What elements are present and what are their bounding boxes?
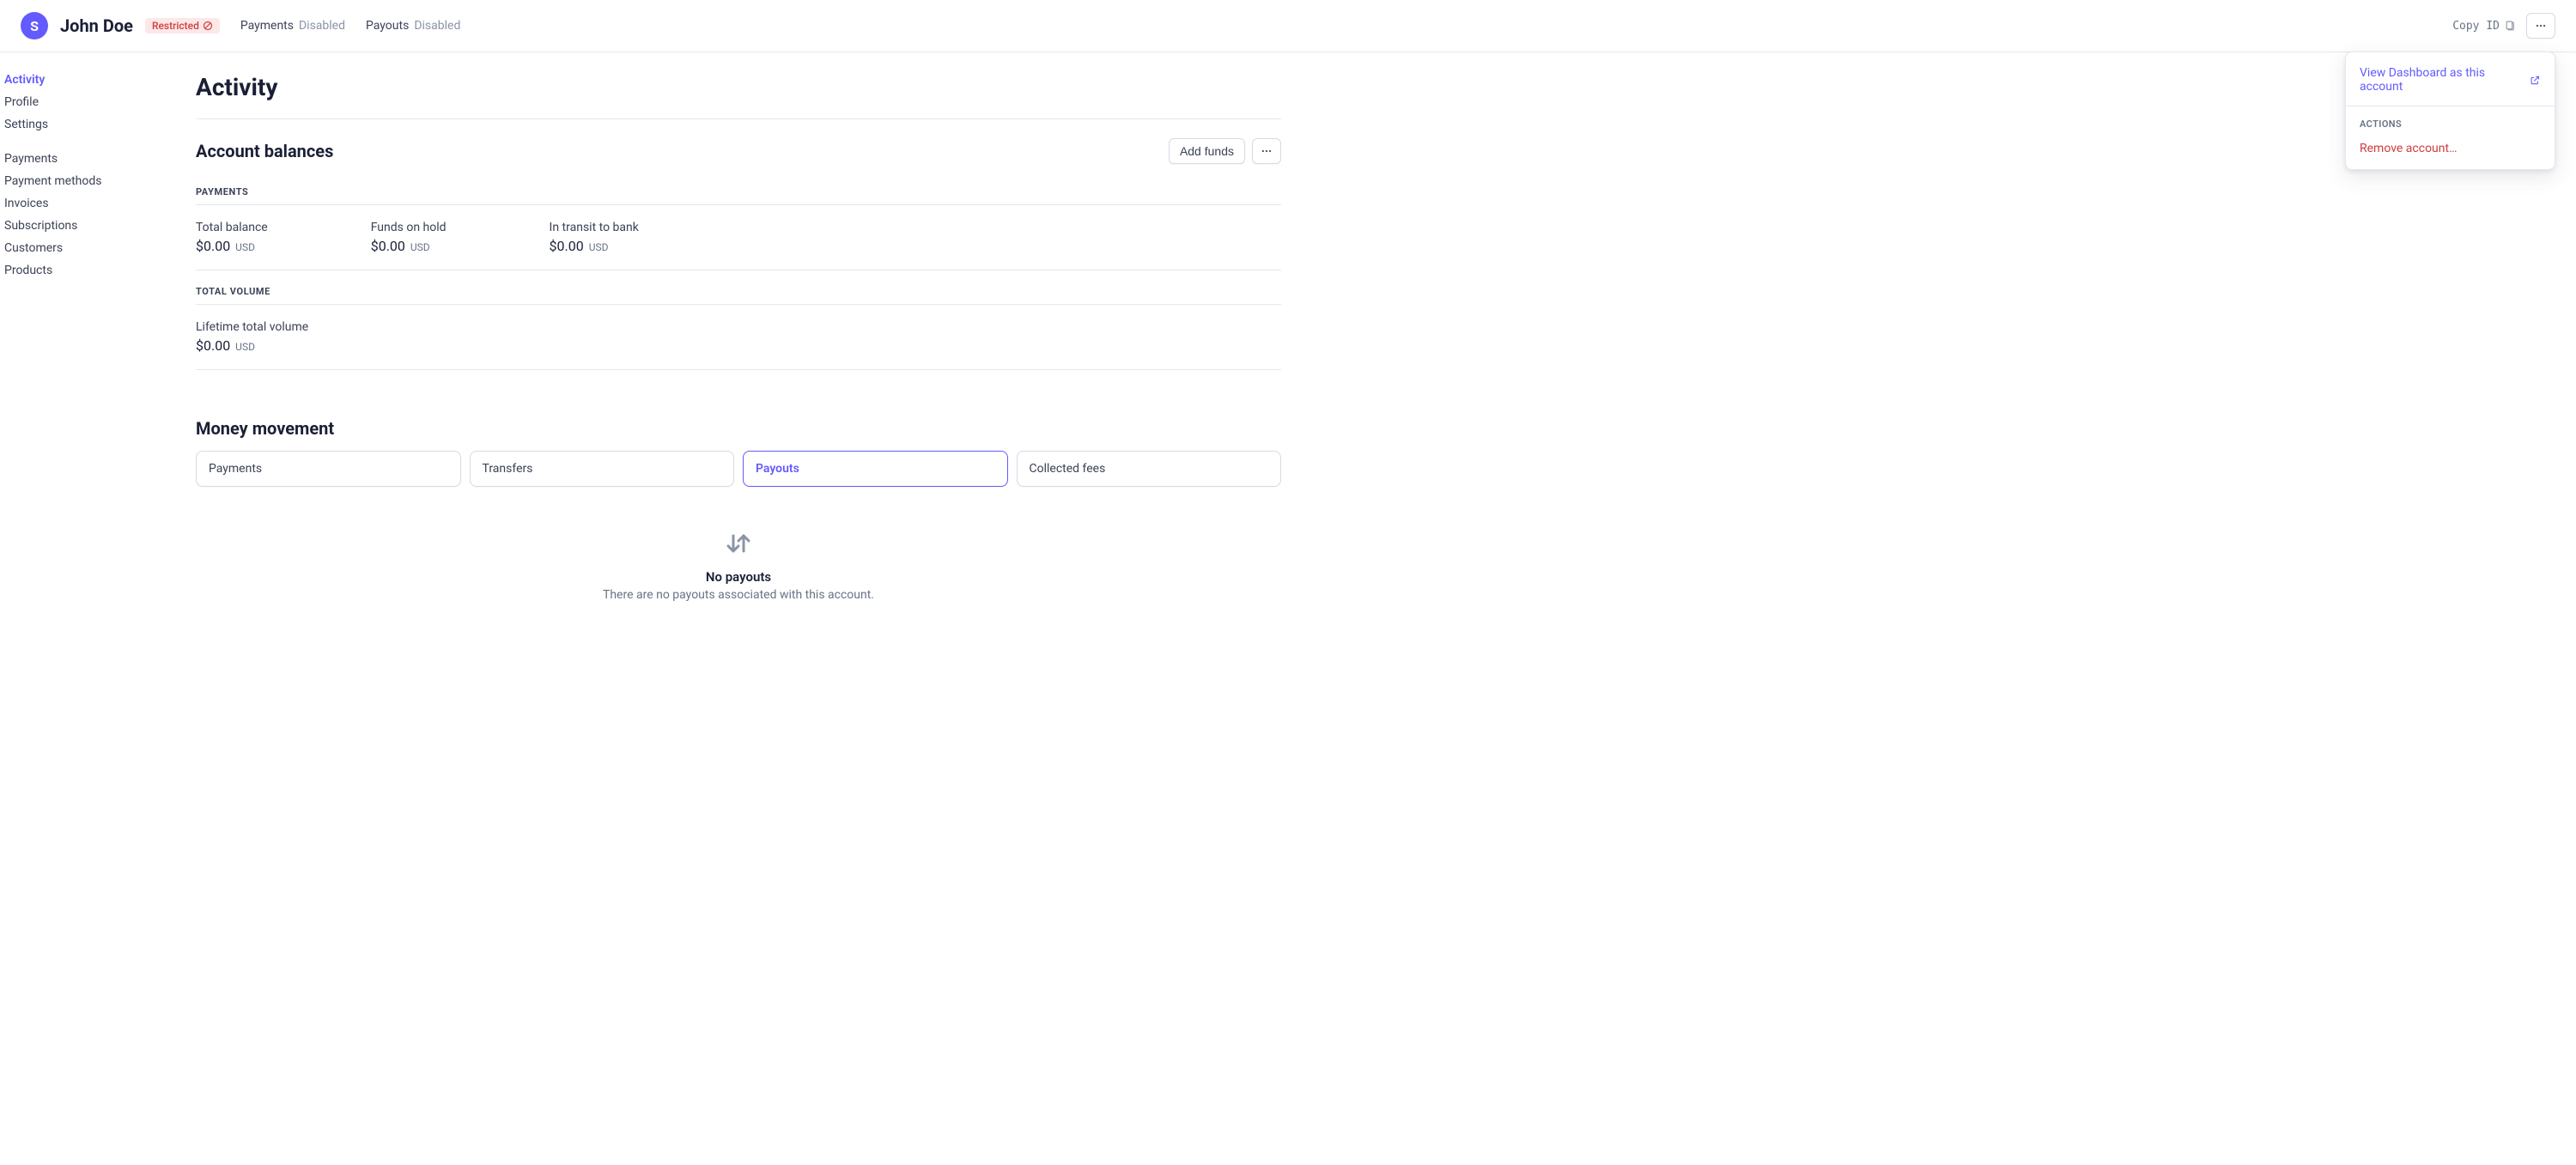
lifetime-volume-currency: USD: [235, 341, 255, 353]
remove-account-label: Remove account…: [2360, 142, 2457, 155]
page-title: Activity: [196, 73, 1281, 101]
restricted-badge-label: Restricted: [152, 20, 199, 32]
lifetime-volume-amount: $0.00 USD: [196, 337, 308, 354]
total-balance-amount: $0.00 USD: [196, 238, 268, 254]
main-content: Activity Account balances Add funds PAYM…: [172, 52, 1305, 643]
more-actions-button[interactable]: [2526, 13, 2555, 39]
in-transit-label: In transit to bank: [550, 221, 639, 234]
in-transit-value: $0.00: [550, 238, 584, 254]
in-transit: In transit to bank $0.00 USD: [550, 221, 639, 254]
money-movement-tabs: Payments Transfers Payouts Collected fee…: [196, 451, 1281, 487]
total-volume-sub-header: TOTAL VOLUME: [196, 270, 1281, 304]
sidebar: Activity Profile Settings Payments Payme…: [0, 52, 172, 643]
sidebar-item-subscriptions[interactable]: Subscriptions: [4, 219, 156, 233]
sidebar-item-payments[interactable]: Payments: [4, 152, 156, 166]
funds-on-hold-label: Funds on hold: [371, 221, 447, 234]
remove-account-button[interactable]: Remove account…: [2346, 133, 2555, 164]
view-dashboard-as-account[interactable]: View Dashboard as this account: [2346, 58, 2555, 102]
funds-on-hold: Funds on hold $0.00 USD: [371, 221, 447, 254]
view-dashboard-label: View Dashboard as this account: [2360, 66, 2524, 94]
tab-payments[interactable]: Payments: [196, 451, 461, 487]
payouts-status: Payouts Disabled: [366, 19, 460, 33]
payouts-status-label: Payouts: [366, 19, 409, 33]
money-movement-section: Money movement Payments Transfers Payout…: [196, 418, 1281, 622]
sidebar-item-products[interactable]: Products: [4, 264, 156, 277]
in-transit-currency: USD: [589, 241, 609, 253]
payments-status-label: Payments: [240, 19, 294, 33]
account-name: John Doe: [60, 15, 133, 36]
add-funds-button[interactable]: Add funds: [1169, 138, 1245, 164]
topbar: S John Doe Restricted Payments Disabled …: [0, 0, 2576, 52]
account-balances-header: Account balances Add funds: [196, 118, 1281, 164]
topbar-left: S John Doe Restricted Payments Disabled …: [21, 12, 460, 39]
copy-id-label: Copy ID: [2452, 20, 2500, 33]
funds-on-hold-value: $0.00: [371, 238, 405, 254]
total-balance-label: Total balance: [196, 221, 268, 234]
money-movement-title: Money movement: [196, 418, 1281, 439]
sidebar-item-profile[interactable]: Profile: [4, 95, 156, 109]
in-transit-amount: $0.00 USD: [550, 238, 639, 254]
payouts-status-value: Disabled: [414, 19, 460, 33]
sidebar-secondary-group: Payments Payment methods Invoices Subscr…: [4, 152, 156, 277]
empty-title: No payouts: [196, 569, 1281, 585]
copy-id-button[interactable]: Copy ID: [2452, 20, 2516, 33]
total-volume-row: Lifetime total volume $0.00 USD: [196, 305, 1281, 370]
more-horizontal-icon: [1261, 145, 1273, 157]
total-balance: Total balance $0.00 USD: [196, 221, 268, 254]
payments-status-value: Disabled: [299, 19, 345, 33]
sidebar-item-customers[interactable]: Customers: [4, 241, 156, 255]
total-balance-currency: USD: [235, 241, 255, 253]
tab-transfers[interactable]: Transfers: [470, 451, 735, 487]
avatar-initial: S: [30, 18, 39, 34]
more-horizontal-icon: [2535, 20, 2547, 32]
funds-on-hold-currency: USD: [410, 241, 430, 253]
sidebar-item-activity[interactable]: Activity: [4, 73, 156, 87]
lifetime-volume-value: $0.00: [196, 337, 230, 354]
external-link-icon: [2530, 75, 2541, 86]
dropdown-actions-header: ACTIONS: [2346, 110, 2555, 133]
payouts-empty-state: No payouts There are no payouts associat…: [196, 487, 1281, 622]
payments-status: Payments Disabled: [240, 19, 345, 33]
lifetime-volume: Lifetime total volume $0.00 USD: [196, 320, 308, 354]
sidebar-item-payment-methods[interactable]: Payment methods: [4, 174, 156, 188]
balances-more-button[interactable]: [1252, 138, 1281, 164]
payments-balance-row: Total balance $0.00 USD Funds on hold $0…: [196, 205, 1281, 270]
transfer-arrows-icon: [723, 528, 754, 559]
actions-dropdown: View Dashboard as this account ACTIONS R…: [2345, 52, 2555, 170]
layout: Activity Profile Settings Payments Payme…: [0, 52, 2576, 643]
tab-payouts[interactable]: Payouts: [743, 451, 1008, 487]
sidebar-item-settings[interactable]: Settings: [4, 118, 156, 131]
clipboard-icon: [2505, 21, 2516, 32]
total-balance-value: $0.00: [196, 238, 230, 254]
restricted-badge: Restricted: [145, 18, 220, 33]
sidebar-item-invoices[interactable]: Invoices: [4, 197, 156, 210]
empty-subtitle: There are no payouts associated with thi…: [196, 588, 1281, 602]
sidebar-primary-group: Activity Profile Settings: [4, 73, 156, 131]
account-avatar: S: [21, 12, 48, 39]
funds-on-hold-amount: $0.00 USD: [371, 238, 447, 254]
restricted-icon: [203, 21, 213, 31]
tab-collected-fees[interactable]: Collected fees: [1017, 451, 1282, 487]
account-balances-actions: Add funds: [1169, 138, 1281, 164]
account-balances-title: Account balances: [196, 141, 333, 161]
payments-sub-header: PAYMENTS: [196, 171, 1281, 204]
lifetime-volume-label: Lifetime total volume: [196, 320, 308, 334]
topbar-right: Copy ID: [2452, 13, 2555, 39]
